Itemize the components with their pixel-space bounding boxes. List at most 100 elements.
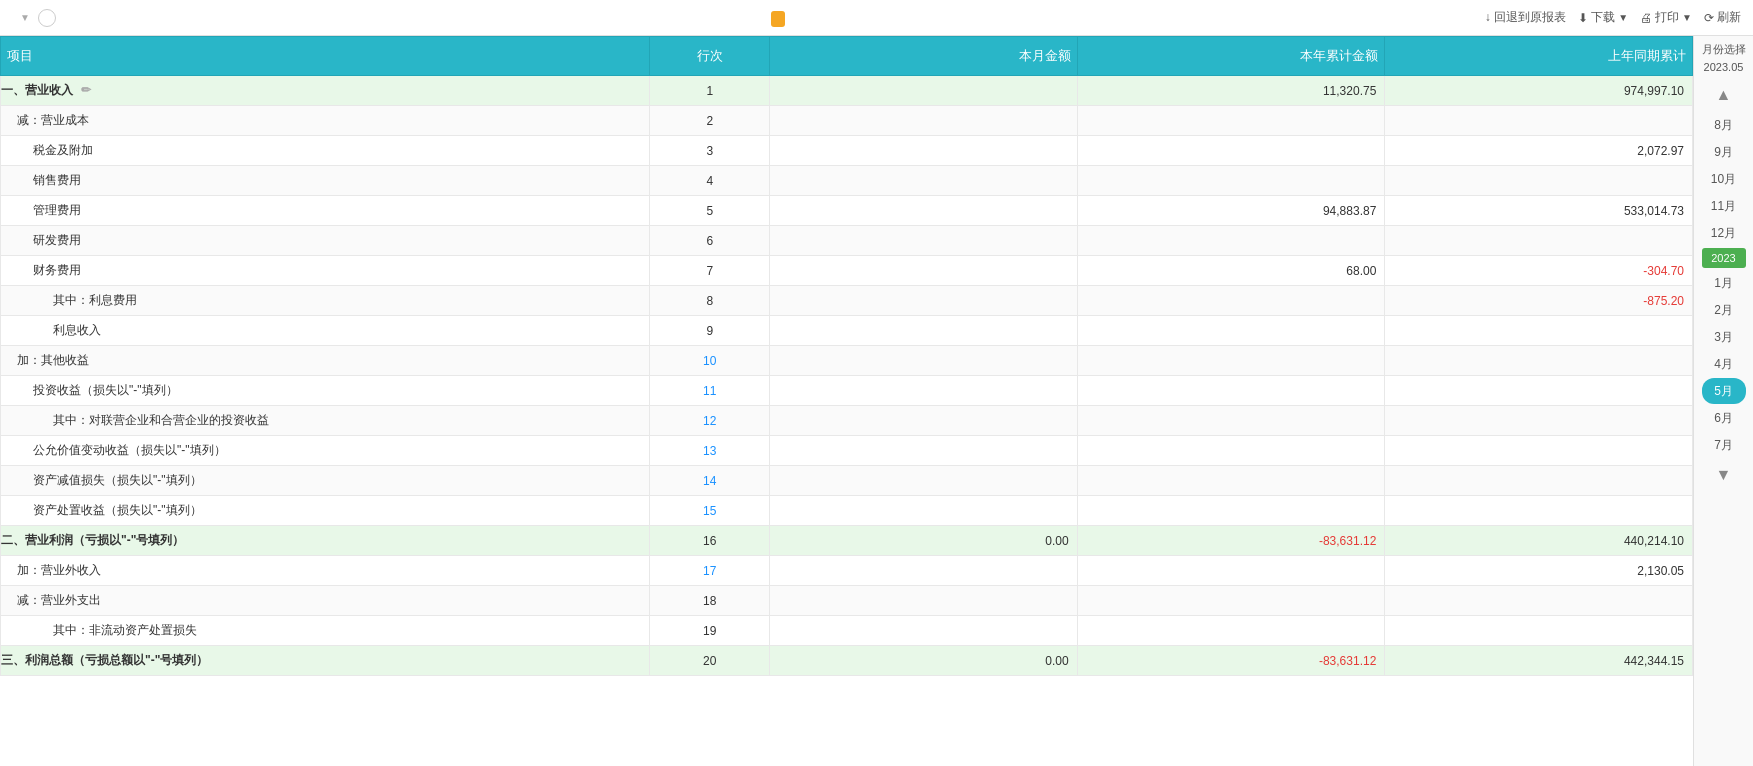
cell-item: 公允价值变动收益（损失以"-"填列） (1, 436, 650, 466)
table-row: 财务费用768.00-304.70 (1, 256, 1693, 286)
cell-prev (1385, 316, 1693, 346)
download-button[interactable]: ⬇ 下载 ▼ (1578, 9, 1628, 26)
month-button[interactable]: 6月 (1702, 405, 1746, 431)
cell-line: 2 (650, 106, 770, 136)
col-header-prev: 上年同期累计 (1385, 37, 1693, 76)
cell-prev (1385, 106, 1693, 136)
cell-item: 三、利润总额（亏损总额以"-"号填列） (1, 646, 650, 676)
cell-month: 0.00 (770, 646, 1078, 676)
cell-item: 资产减值损失（损失以"-"填列） (1, 466, 650, 496)
table-row: 研发费用6 (1, 226, 1693, 256)
cell-month (770, 136, 1078, 166)
cell-year (1077, 436, 1385, 466)
cell-year (1077, 496, 1385, 526)
cell-line: 3 (650, 136, 770, 166)
cell-line: 11 (650, 376, 770, 406)
cell-prev (1385, 166, 1693, 196)
month-button[interactable]: 11月 (1702, 193, 1746, 219)
edit-icon[interactable]: ✏ (81, 83, 91, 97)
cell-line: 18 (650, 586, 770, 616)
table-row: 资产处置收益（损失以"-"填列）15 (1, 496, 1693, 526)
cell-month (770, 316, 1078, 346)
cell-item: 减：营业外支出 (1, 586, 650, 616)
month-button[interactable]: 5月 (1702, 378, 1746, 404)
cell-year: 11,320.75 (1077, 76, 1385, 106)
cell-month (770, 286, 1078, 316)
cell-month (770, 376, 1078, 406)
cell-year (1077, 166, 1385, 196)
cell-item: 一、营业收入✏ (1, 76, 650, 106)
cell-item: 利息收入 (1, 316, 650, 346)
content-area: 项目 行次 本月金额 本年累计金额 上年同期累计 一、营业收入✏1 11,320.… (0, 36, 1693, 766)
cell-prev (1385, 496, 1693, 526)
table-row: 一、营业收入✏1 11,320.75974,997.10 (1, 76, 1693, 106)
table-row: 其中：利息费用8-875.20 (1, 286, 1693, 316)
cell-prev (1385, 346, 1693, 376)
cell-year (1077, 616, 1385, 646)
cell-year (1077, 346, 1385, 376)
table-row: 公允价值变动收益（损失以"-"填列）13 (1, 436, 1693, 466)
nav-down-button[interactable]: ▼ (1710, 461, 1738, 489)
cell-year (1077, 106, 1385, 136)
cell-year (1077, 406, 1385, 436)
table-container: 项目 行次 本月金额 本年累计金额 上年同期累计 一、营业收入✏1 11,320.… (0, 36, 1693, 676)
print-arrow-icon: ▼ (1682, 12, 1692, 23)
cell-month (770, 166, 1078, 196)
cell-month (770, 256, 1078, 286)
print-icon: 🖨 (1640, 11, 1652, 25)
refresh-icon: ⟳ (1704, 11, 1714, 25)
cell-month (770, 556, 1078, 586)
table-row: 资产减值损失（损失以"-"填列）14 (1, 466, 1693, 496)
month-button[interactable]: 9月 (1702, 139, 1746, 165)
cell-line: 7 (650, 256, 770, 286)
table-row: 税金及附加32,072.97 (1, 136, 1693, 166)
col-header-item: 项目 (1, 37, 650, 76)
cell-prev: -304.70 (1385, 256, 1693, 286)
help-icon[interactable] (38, 9, 56, 27)
dropdown-icon[interactable]: ▼ (20, 12, 30, 23)
table-row: 减：营业成本2 (1, 106, 1693, 136)
cell-month (770, 346, 1078, 376)
cell-item: 其中：利息费用 (1, 286, 650, 316)
cell-year (1077, 316, 1385, 346)
table-row: 二、营业利润（亏损以"-"号填列）160.00-83,631.12440,214… (1, 526, 1693, 556)
cell-month (770, 406, 1078, 436)
sidebar-month-label: 月份选择 (1702, 42, 1746, 57)
month-button[interactable]: 4月 (1702, 351, 1746, 377)
nav-up-button[interactable]: ▲ (1710, 81, 1738, 109)
cell-year (1077, 556, 1385, 586)
month-button[interactable]: 7月 (1702, 432, 1746, 458)
year-tag[interactable]: 2023 (1702, 248, 1746, 268)
print-button[interactable]: 🖨 打印 ▼ (1640, 9, 1692, 26)
month-button[interactable]: 12月 (1702, 220, 1746, 246)
table-row: 其中：对联营企业和合营企业的投资收益12 (1, 406, 1693, 436)
cell-year (1077, 226, 1385, 256)
cell-year: -83,631.12 (1077, 646, 1385, 676)
cell-item: 加：其他收益 (1, 346, 650, 376)
cell-month (770, 436, 1078, 466)
cell-item: 税金及附加 (1, 136, 650, 166)
refresh-button[interactable]: ⟳ 刷新 (1704, 9, 1741, 26)
cell-item: 研发费用 (1, 226, 650, 256)
table-row: 投资收益（损失以"-"填列）11 (1, 376, 1693, 406)
cell-year: 94,883.87 (1077, 196, 1385, 226)
month-button[interactable]: 10月 (1702, 166, 1746, 192)
table-row: 三、利润总额（亏损总额以"-"号填列）200.00-83,631.12442,3… (1, 646, 1693, 676)
cell-prev: -875.20 (1385, 286, 1693, 316)
cell-year: 68.00 (1077, 256, 1385, 286)
cell-line: 10 (650, 346, 770, 376)
table-header-row: 项目 行次 本月金额 本年累计金额 上年同期累计 (1, 37, 1693, 76)
cell-prev: 974,997.10 (1385, 76, 1693, 106)
month-button[interactable]: 2月 (1702, 297, 1746, 323)
month-button[interactable]: 8月 (1702, 112, 1746, 138)
cell-month (770, 466, 1078, 496)
month-button[interactable]: 1月 (1702, 270, 1746, 296)
month-button[interactable]: 3月 (1702, 324, 1746, 350)
cell-line: 1 (650, 76, 770, 106)
cell-line: 19 (650, 616, 770, 646)
cell-line: 6 (650, 226, 770, 256)
cell-line: 16 (650, 526, 770, 556)
header-actions: ↓ 回退到原报表 ⬇ 下载 ▼ 🖨 打印 ▼ ⟳ 刷新 (1485, 9, 1741, 26)
back-button[interactable]: ↓ 回退到原报表 (1485, 9, 1566, 26)
cell-item: 其中：非流动资产处置损失 (1, 616, 650, 646)
